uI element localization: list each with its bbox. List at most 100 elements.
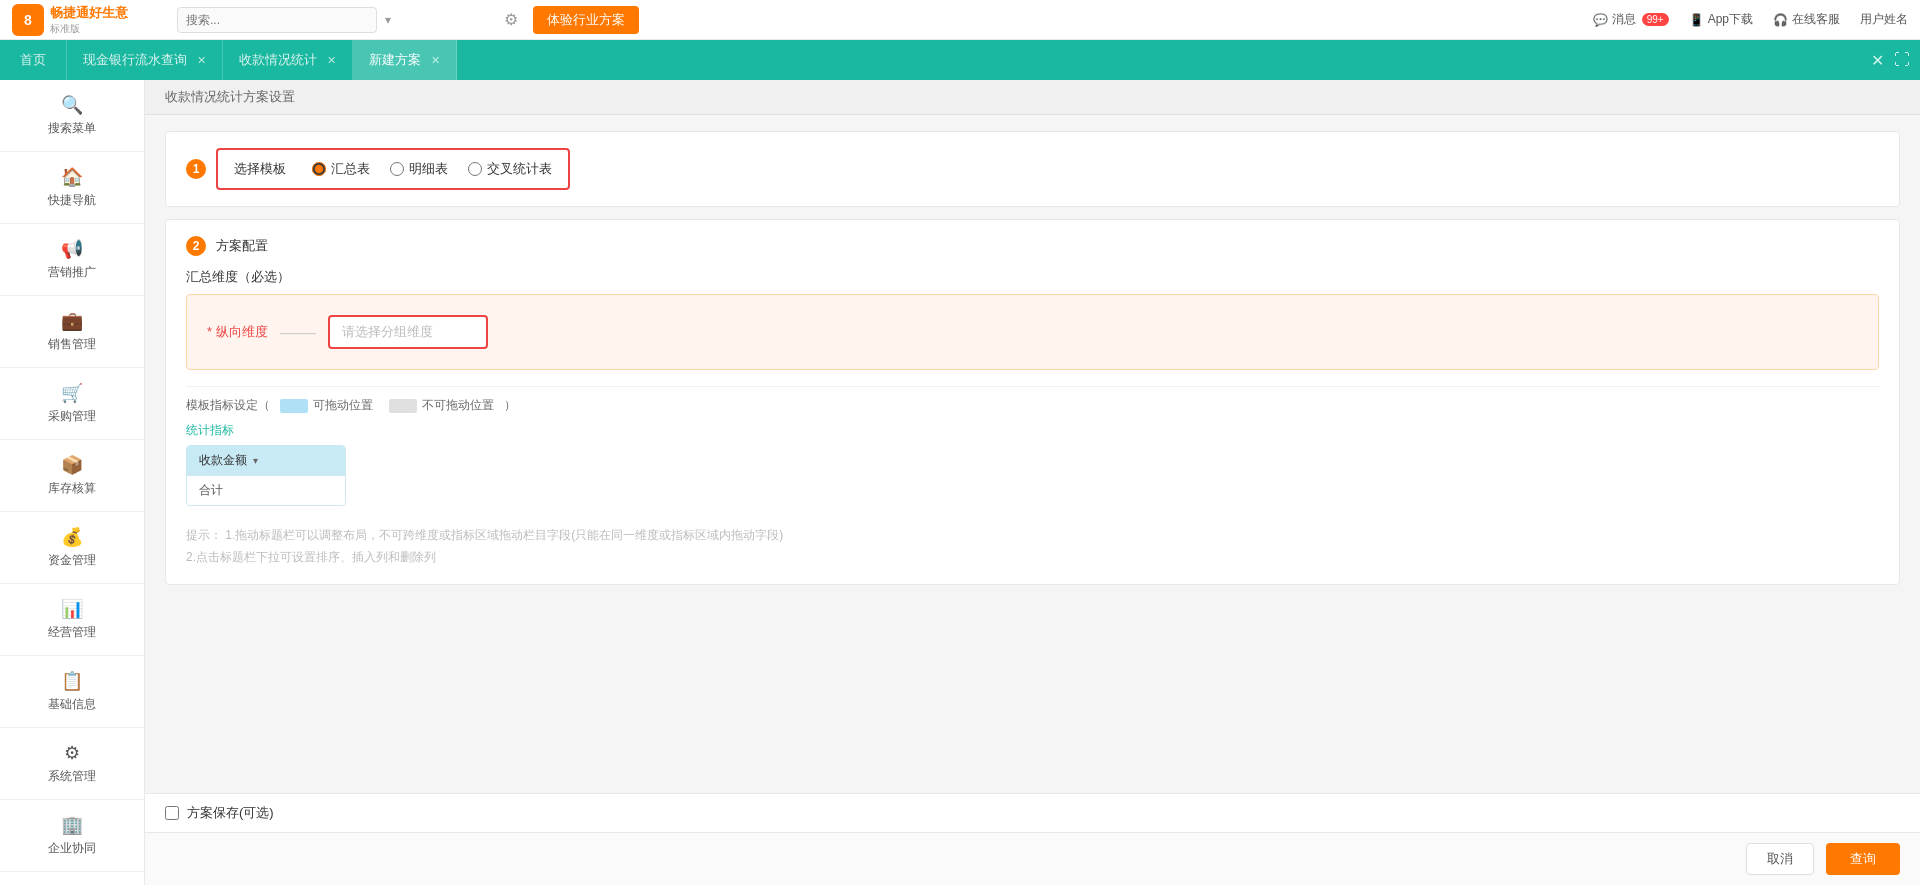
- message-label: 消息: [1612, 11, 1636, 28]
- tab-maximize-icon[interactable]: ⛶: [1894, 51, 1910, 69]
- logo-sub: 标准版: [50, 22, 128, 36]
- settings-icon[interactable]: ⚙: [497, 6, 525, 34]
- radio-summary-input[interactable]: [312, 162, 326, 176]
- cancel-button[interactable]: 取消: [1746, 843, 1814, 875]
- stats-table-header[interactable]: 收款金额 ▾: [187, 446, 345, 476]
- metrics-legend: 可拖动位置 不可拖动位置: [280, 397, 494, 414]
- dim-select-placeholder: 请选择分组维度: [342, 324, 433, 339]
- marketing-icon: 📢: [61, 238, 83, 260]
- tab-new-plan[interactable]: 新建方案 ✕: [353, 40, 457, 80]
- service-icon: 🎧: [1773, 13, 1788, 27]
- sidebar-item-guide[interactable]: 📖 新手引导: [0, 872, 144, 885]
- logo: 8 畅捷通好生意 标准版: [12, 4, 157, 36]
- sidebar-label-base-info: 基础信息: [48, 696, 96, 713]
- dim-row: * 纵向维度 —— 请选择分组维度: [207, 315, 1858, 349]
- stats-col-dropdown-icon[interactable]: ▾: [253, 455, 258, 466]
- tab-receipts[interactable]: 收款情况统计 ✕: [223, 40, 353, 80]
- fixed-color-indicator: [389, 399, 417, 413]
- main-layout: 🔍 搜索菜单 🏠 快捷导航 📢 营销推广 💼 销售管理 🛒 采购管理 📦 库存核…: [0, 80, 1920, 885]
- sidebar-label-management: 经营管理: [48, 624, 96, 641]
- radio-summary-label: 汇总表: [331, 160, 370, 178]
- dim-arrow-icon: ——: [280, 322, 316, 343]
- page-header-title: 收款情况统计方案设置: [165, 89, 295, 104]
- template-section: 1 选择模板 汇总表 明细表: [165, 131, 1900, 207]
- save-label: 方案保存(可选): [187, 804, 274, 822]
- tab-receipts-close[interactable]: ✕: [327, 54, 336, 67]
- service-btn[interactable]: 🎧 在线客服: [1773, 11, 1840, 28]
- tab-bar-actions: ✕ ⛶: [1861, 40, 1920, 80]
- plan-config-section: 2 方案配置 汇总维度（必选） * 纵向维度 —— 请选择分组维度: [165, 219, 1900, 585]
- inventory-icon: 📦: [61, 454, 83, 476]
- legend-draggable: 可拖动位置: [280, 397, 373, 414]
- download-btn[interactable]: 📱 App下载: [1689, 11, 1753, 28]
- tab-receipts-label: 收款情况统计: [239, 51, 317, 69]
- sidebar-item-home[interactable]: 🏠 快捷导航: [0, 152, 144, 224]
- dim-area: * 纵向维度 —— 请选择分组维度: [186, 294, 1879, 370]
- sidebar-item-finance[interactable]: 💰 资金管理: [0, 512, 144, 584]
- management-icon: 📊: [61, 598, 83, 620]
- finance-icon: 💰: [61, 526, 83, 548]
- step1-number: 1: [186, 159, 206, 179]
- sidebar-label-search: 搜索菜单: [48, 120, 96, 137]
- sidebar-item-sales[interactable]: 💼 销售管理: [0, 296, 144, 368]
- sidebar-label-home: 快捷导航: [48, 192, 96, 209]
- legend-fixed: 不可拖动位置: [389, 397, 494, 414]
- sidebar-item-marketing[interactable]: 📢 营销推广: [0, 224, 144, 296]
- step2-number: 2: [186, 236, 206, 256]
- vertical-dim-label: * 纵向维度: [207, 323, 268, 341]
- radio-cross-label: 交叉统计表: [487, 160, 552, 178]
- radio-cross-input[interactable]: [468, 162, 482, 176]
- save-checkbox[interactable]: [165, 806, 179, 820]
- top-right: 💬 消息 99+ 📱 App下载 🎧 在线客服 用户姓名: [1593, 11, 1908, 28]
- message-badge: 99+: [1642, 13, 1669, 26]
- username[interactable]: 用户姓名: [1860, 11, 1908, 28]
- sidebar-item-system[interactable]: ⚙ 系统管理: [0, 728, 144, 800]
- tab-home-label: 首页: [20, 51, 46, 69]
- search-dropdown-icon[interactable]: ▾: [385, 13, 391, 27]
- draggable-label: 可拖动位置: [313, 397, 373, 414]
- tab-cash-flow-close[interactable]: ✕: [197, 54, 206, 67]
- purchase-icon: 🛒: [61, 382, 83, 404]
- tab-home[interactable]: 首页: [0, 40, 67, 80]
- tip-line2: 2.点击标题栏下拉可设置排序、插入列和删除列: [186, 547, 1879, 569]
- radio-summary[interactable]: 汇总表: [312, 160, 370, 178]
- tab-cash-flow-label: 现金银行流水查询: [83, 51, 187, 69]
- sidebar-label-enterprise: 企业协同: [48, 840, 96, 857]
- radio-cross[interactable]: 交叉统计表: [468, 160, 552, 178]
- footer-bar: 取消 查询: [145, 832, 1920, 885]
- enterprise-icon: 🏢: [61, 814, 83, 836]
- logo-text-group: 畅捷通好生意 标准版: [50, 4, 128, 36]
- tip-area: 提示： 1.拖动标题栏可以调整布局，不可跨维度或指标区域拖动栏目字段(只能在同一…: [186, 525, 1879, 568]
- sidebar-item-search[interactable]: 🔍 搜索菜单: [0, 80, 144, 152]
- stats-table: 收款金额 ▾ 合计: [186, 445, 346, 506]
- dim-select[interactable]: 请选择分组维度: [328, 315, 488, 349]
- stats-col-header: 收款金额: [199, 452, 247, 469]
- metrics-setting-label: 模板指标设定（: [186, 397, 270, 414]
- sidebar-item-management[interactable]: 📊 经营管理: [0, 584, 144, 656]
- stats-section: 统计指标 收款金额 ▾ 合计: [186, 422, 1879, 509]
- tab-cash-flow[interactable]: 现金银行流水查询 ✕: [67, 40, 223, 80]
- search-menu-icon: 🔍: [61, 94, 83, 116]
- sidebar-item-purchase[interactable]: 🛒 采购管理: [0, 368, 144, 440]
- tab-new-plan-close[interactable]: ✕: [431, 54, 440, 67]
- sidebar: 🔍 搜索菜单 🏠 快捷导航 📢 营销推广 💼 销售管理 🛒 采购管理 📦 库存核…: [0, 80, 145, 885]
- save-row: 方案保存(可选): [145, 793, 1920, 832]
- message-btn[interactable]: 💬 消息 99+: [1593, 11, 1669, 28]
- page-body: 1 选择模板 汇总表 明细表: [145, 115, 1920, 793]
- tip-line1: 提示： 1.拖动标题栏可以调整布局，不可跨维度或指标区域拖动栏目字段(只能在同一…: [186, 525, 1879, 547]
- message-icon: 💬: [1593, 13, 1608, 27]
- tab-close-window-icon[interactable]: ✕: [1871, 51, 1884, 70]
- search-input[interactable]: [177, 7, 377, 33]
- sidebar-item-inventory[interactable]: 📦 库存核算: [0, 440, 144, 512]
- sales-icon: 💼: [61, 310, 83, 332]
- metrics-title-row: 模板指标设定（ 可拖动位置 不可拖动位置 ）: [186, 397, 1879, 414]
- industry-btn[interactable]: 体验行业方案: [533, 6, 639, 34]
- radio-detail-input[interactable]: [390, 162, 404, 176]
- sidebar-item-base-info[interactable]: 📋 基础信息: [0, 656, 144, 728]
- system-icon: ⚙: [64, 742, 80, 764]
- sidebar-label-finance: 资金管理: [48, 552, 96, 569]
- sidebar-item-enterprise[interactable]: 🏢 企业协同: [0, 800, 144, 872]
- query-button[interactable]: 查询: [1826, 843, 1900, 875]
- sidebar-label-system: 系统管理: [48, 768, 96, 785]
- radio-detail[interactable]: 明细表: [390, 160, 448, 178]
